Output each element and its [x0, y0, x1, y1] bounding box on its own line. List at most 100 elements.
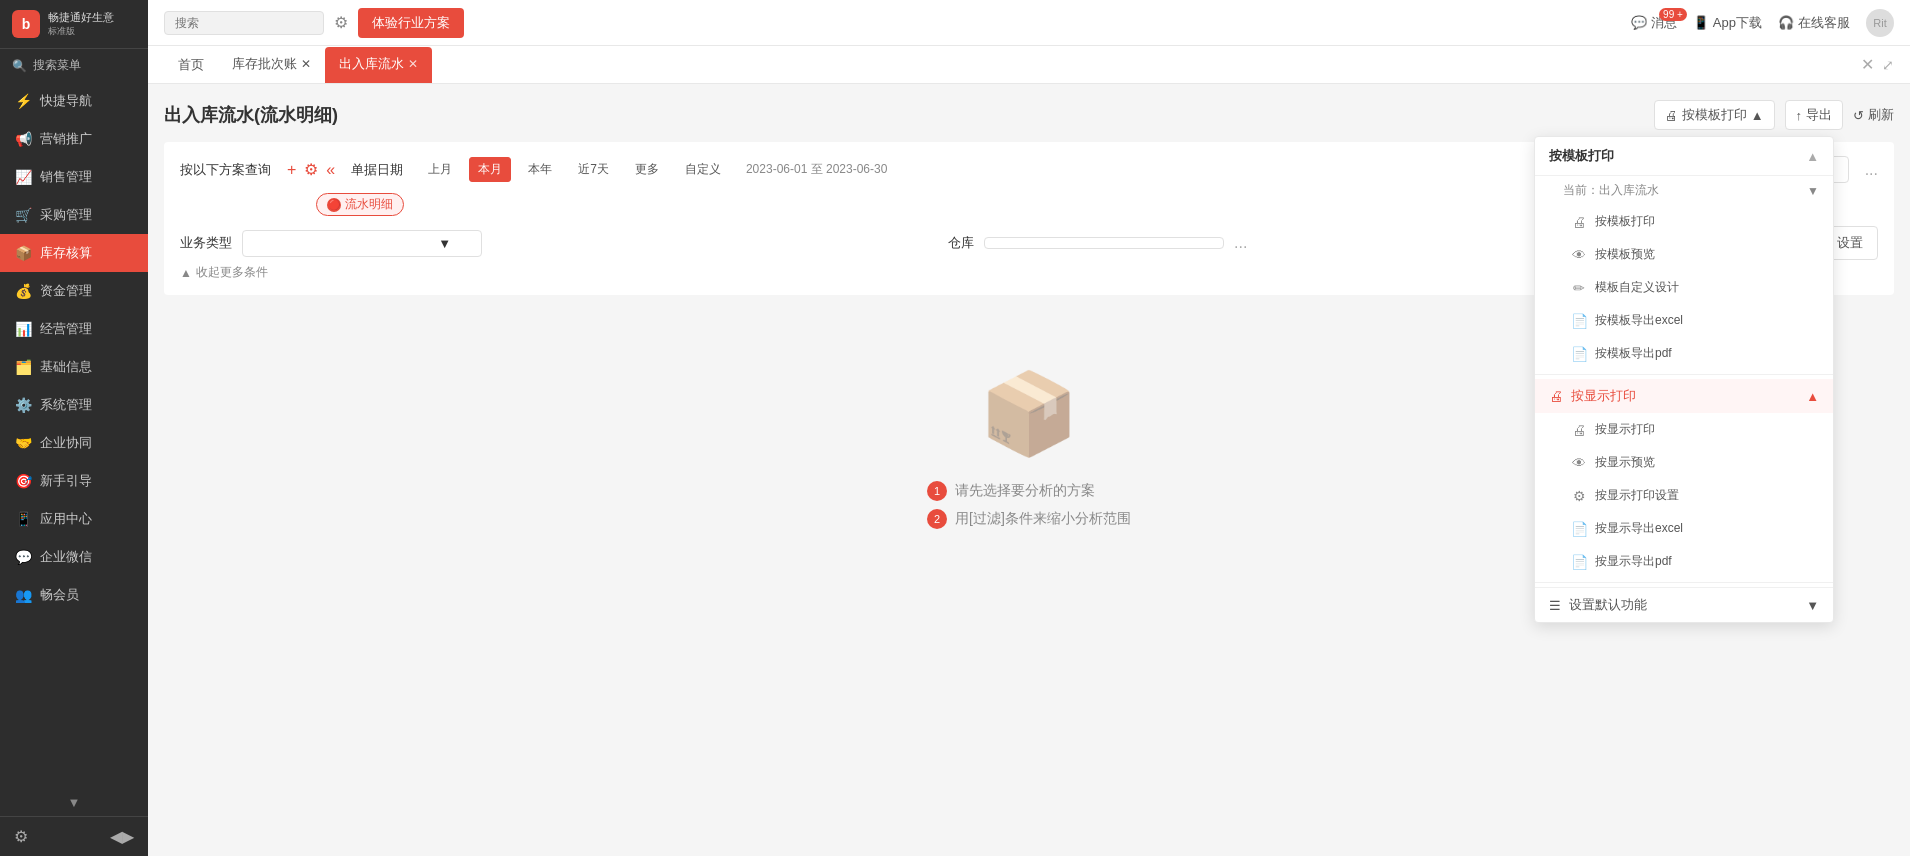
refresh-button[interactable]: ↺ 刷新 [1853, 106, 1894, 124]
filter-settings-icon[interactable]: ⚙ [304, 160, 318, 179]
dropdown-item-print-settings[interactable]: ⚙ 按显示打印设置 [1535, 479, 1833, 512]
export-button[interactable]: ↑ 导出 [1785, 100, 1844, 130]
main-area: ⚙ 体验行业方案 💬 消息 99 + 📱 App下载 🎧 在线客服 Rit 首页 [148, 0, 1910, 856]
page-title: 出入库流水(流水明细) [164, 103, 338, 127]
filter-biz-type-group: 业务类型 ▼ [180, 230, 908, 257]
flow-tab-label: 出入库流水 [339, 55, 404, 73]
sidebar-item-app-center[interactable]: 📱应用中心 [0, 500, 148, 538]
warehouse-more-icon[interactable]: ... [1234, 234, 1247, 252]
sidebar-item-wechat[interactable]: 💬企业微信 [0, 538, 148, 576]
sidebar-item-label-sales: 销售管理 [40, 168, 92, 186]
topbar-right: 💬 消息 99 + 📱 App下载 🎧 在线客服 Rit [1631, 9, 1894, 37]
add-filter-icon[interactable]: + [287, 161, 296, 179]
date-btn-more[interactable]: 更多 [626, 157, 668, 182]
app-download-icon: 📱 [1693, 15, 1709, 30]
biz-type-label: 业务类型 [180, 234, 232, 252]
default-icon: ☰ [1549, 598, 1561, 613]
pdf-display-icon: 📄 [1571, 554, 1587, 570]
industry-solution-button[interactable]: 体验行业方案 [358, 8, 464, 38]
page-header: 出入库流水(流水明细) 🖨 按模板打印 ▲ ↑ 导出 ↺ 刷新 [164, 100, 1894, 130]
tab-bar-expand-icon[interactable]: ⤢ [1882, 57, 1894, 73]
sidebar-scroll-down[interactable]: ▼ [0, 789, 148, 816]
refresh-icon: ↺ [1853, 108, 1864, 123]
sidebar-item-system[interactable]: ⚙️系统管理 [0, 386, 148, 424]
sidebar-item-member[interactable]: 👥畅会员 [0, 576, 148, 614]
dropdown-item-export-excel-template[interactable]: 📄 按模板导出excel [1535, 304, 1833, 337]
sidebar-item-basic[interactable]: 🗂️基础信息 [0, 348, 148, 386]
tabs-bar: 首页 库存批次账 ✕ 出入库流水 ✕ ✕ ⤢ [148, 46, 1910, 84]
biz-type-select[interactable]: ▼ [242, 230, 482, 257]
dropdown-footer-label: 设置默认功能 [1569, 596, 1647, 614]
search-icon: 🔍 [12, 59, 27, 73]
warehouse-select[interactable] [984, 237, 1224, 249]
dropdown-item-print-template[interactable]: 🖨 按模板打印 [1535, 205, 1833, 238]
empty-steps: 1 请先选择要分析的方案 2 用[过滤]条件来缩小分析范围 [927, 481, 1131, 537]
print-chevron-up: ▲ [1751, 108, 1764, 123]
filter-collapse-icon[interactable]: « [326, 161, 335, 179]
sidebar-item-guide[interactable]: 🎯新手引导 [0, 462, 148, 500]
sidebar: b 畅捷通好生意 标准版 🔍 搜索菜单 ⚡快捷导航📢营销推广📈销售管理🛒采购管理… [0, 0, 148, 856]
tab-home[interactable]: 首页 [164, 48, 218, 82]
date-btn-this-month[interactable]: 本月 [469, 157, 511, 182]
dropdown-chevron-up[interactable]: ▲ [1806, 149, 1819, 164]
refresh-label: 刷新 [1868, 106, 1894, 124]
dropdown-item-custom-design[interactable]: ✏ 模板自定义设计 [1535, 271, 1833, 304]
topbar-search-input[interactable] [164, 11, 324, 35]
dropdown-display-section[interactable]: 🖨 按显示打印 ▲ [1535, 379, 1833, 413]
print-template-button[interactable]: 🖨 按模板打印 ▲ [1654, 100, 1775, 130]
date-btn-7days[interactable]: 近7天 [569, 157, 618, 182]
home-tab-label: 首页 [178, 56, 204, 74]
dropdown-set-default[interactable]: ☰ 设置默认功能 ▼ [1535, 587, 1833, 622]
date-range-display: 2023-06-01 至 2023-06-30 [746, 161, 887, 178]
dropdown-current-label[interactable]: 当前：出入库流水 ▼ [1535, 176, 1833, 205]
printer-display-icon: 🖨 [1571, 422, 1587, 438]
current-template-label: 当前：出入库流水 [1563, 182, 1659, 199]
doc-type-more-icon[interactable]: ... [1865, 161, 1878, 179]
app-center-icon: 📱 [14, 511, 32, 527]
tab-bar-close-icon[interactable]: ✕ [1861, 55, 1874, 74]
collapse-sidebar-icon[interactable]: ◀▶ [110, 827, 134, 846]
tab-flow[interactable]: 出入库流水 ✕ [325, 47, 432, 83]
dropdown-item-export-excel-display[interactable]: 📄 按显示导出excel [1535, 512, 1833, 545]
inventory-icon: 📦 [14, 245, 32, 261]
sidebar-item-marketing[interactable]: 📢营销推广 [0, 120, 148, 158]
sidebar-bottom: ⚙ ◀▶ [0, 816, 148, 856]
filter-tag-icon: 🔴 [327, 198, 341, 212]
online-service-label: 在线客服 [1798, 14, 1850, 32]
sidebar-item-inventory[interactable]: 📦库存核算 [0, 234, 148, 272]
sidebar-item-finance[interactable]: 💰资金管理 [0, 272, 148, 310]
sidebar-item-quick-nav[interactable]: ⚡快捷导航 [0, 82, 148, 120]
settings-icon[interactable]: ⚙ [14, 827, 28, 846]
online-service-button[interactable]: 🎧 在线客服 [1778, 14, 1850, 32]
tab-flow-close[interactable]: ✕ [408, 57, 418, 71]
sidebar-item-enterprise[interactable]: 🤝企业协同 [0, 424, 148, 462]
app-download-label: App下载 [1713, 14, 1762, 32]
message-button[interactable]: 💬 消息 99 + [1631, 14, 1677, 32]
date-btn-custom[interactable]: 自定义 [676, 157, 730, 182]
sidebar-search-label: 搜索菜单 [33, 57, 81, 74]
dropdown-item-export-pdf-display[interactable]: 📄 按显示导出pdf [1535, 545, 1833, 578]
tab-batch-account-close[interactable]: ✕ [301, 57, 311, 71]
date-btn-this-year[interactable]: 本年 [519, 157, 561, 182]
logo-version: 标准版 [48, 25, 114, 38]
sidebar-item-operations[interactable]: 📊经营管理 [0, 310, 148, 348]
dropdown-item-print-display[interactable]: 🖨 按显示打印 [1535, 413, 1833, 446]
excel-icon: 📄 [1571, 313, 1587, 329]
dropdown-item-label-4: 按模板导出pdf [1595, 345, 1672, 362]
dropdown-display-label-4: 按显示导出pdf [1595, 553, 1672, 570]
sales-icon: 📈 [14, 169, 32, 185]
app-download-button[interactable]: 📱 App下载 [1693, 14, 1762, 32]
sidebar-item-sales[interactable]: 📈 销售管理 [0, 158, 148, 196]
tab-batch-account[interactable]: 库存批次账 ✕ [218, 47, 325, 83]
dropdown-item-preview-display[interactable]: 👁 按显示预览 [1535, 446, 1833, 479]
dropdown-item-export-pdf-template[interactable]: 📄 按模板导出pdf [1535, 337, 1833, 370]
user-avatar[interactable]: Rit [1866, 9, 1894, 37]
dropdown-item-preview-template[interactable]: 👁 按模板预览 [1535, 238, 1833, 271]
sidebar-item-purchase[interactable]: 🛒采购管理 [0, 196, 148, 234]
sidebar-search[interactable]: 🔍 搜索菜单 [0, 49, 148, 82]
topbar-gear-icon[interactable]: ⚙ [334, 13, 348, 32]
sidebar-item-label-enterprise: 企业协同 [40, 434, 92, 452]
date-btn-last-month[interactable]: 上月 [419, 157, 461, 182]
dropdown-divider [1535, 374, 1833, 375]
date-filter-label: 单据日期 [351, 161, 403, 179]
